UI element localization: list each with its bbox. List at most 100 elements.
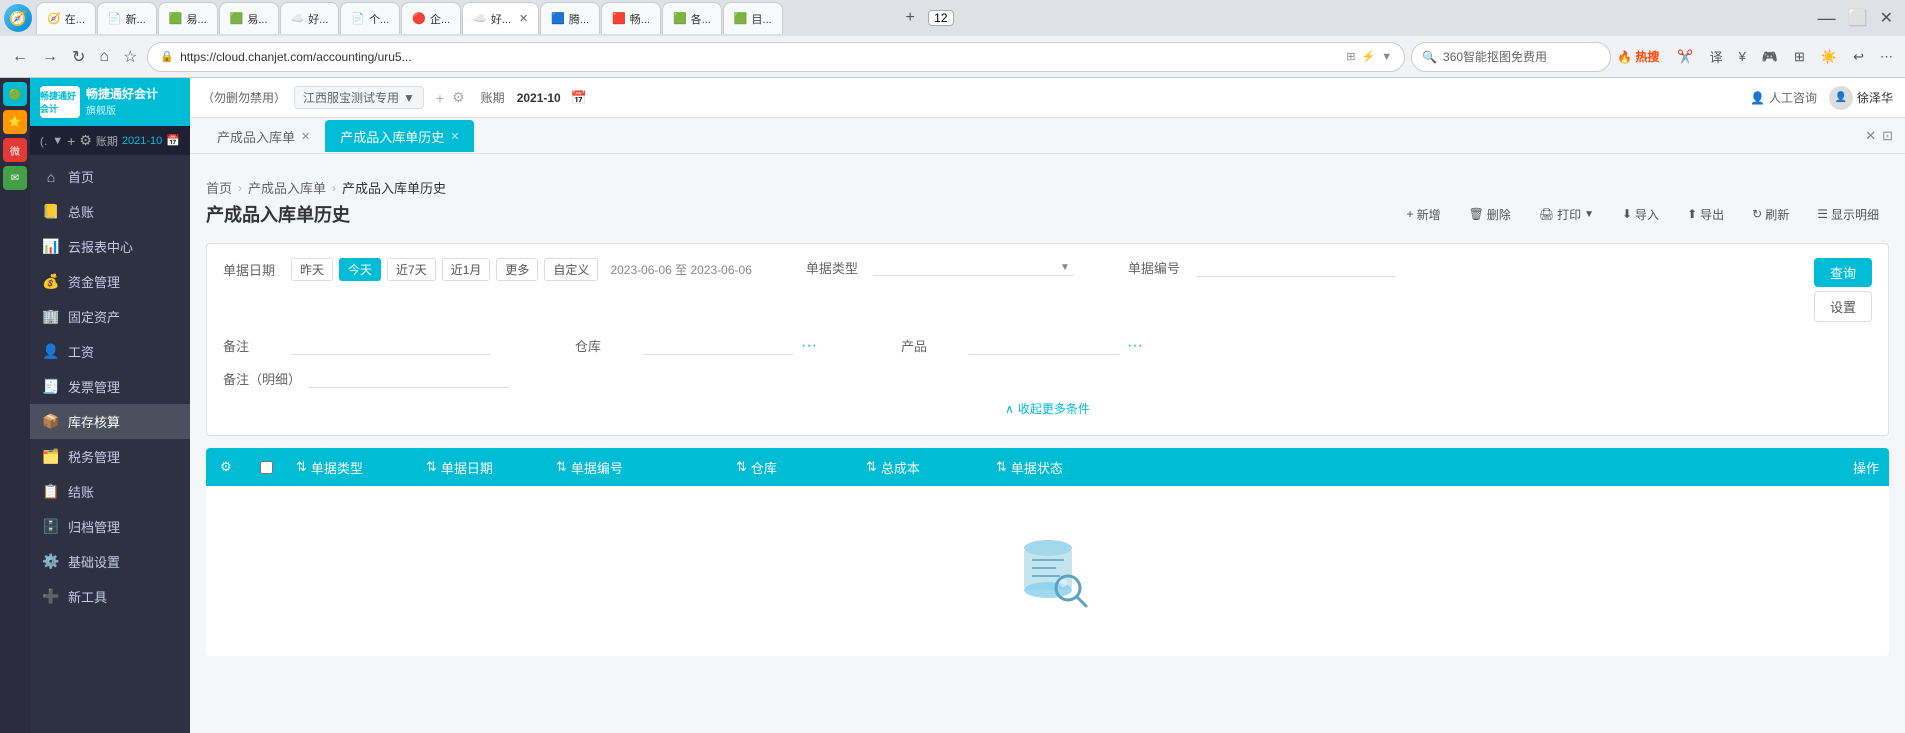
tab-mu[interactable]: 🟩 目... [723, 2, 783, 34]
type-select[interactable]: ▼ [874, 260, 1074, 276]
sidebar-item-more[interactable]: ➕ 新工具 [30, 579, 190, 614]
export-btn[interactable]: ⬆ 导出 [1677, 202, 1734, 227]
product-dots-icon[interactable]: ··· [1127, 337, 1143, 355]
chevron-addr-icon[interactable]: ▼ [1381, 51, 1392, 63]
tab-xin[interactable]: 📄 新... [97, 2, 157, 34]
note-filter-input[interactable] [291, 336, 491, 355]
sidebar-item-inventory[interactable]: 📦 库存核算 [30, 404, 190, 439]
panel-close-icon[interactable]: ✕ [1865, 128, 1876, 144]
undo-btn[interactable]: ↩ [1849, 47, 1868, 67]
calendar-icon[interactable]: 📅 [166, 134, 180, 147]
tab-list-close-icon[interactable]: ✕ [301, 130, 310, 143]
grid-icon[interactable]: ⊞ [1346, 50, 1355, 63]
calendar-top-icon[interactable]: 📅 [571, 90, 587, 106]
cut-icon-btn[interactable]: ✂️ [1673, 47, 1697, 67]
tab-yi2[interactable]: 🟩 易... [219, 2, 279, 34]
date-btn-more[interactable]: 更多 [496, 258, 538, 281]
th-type[interactable]: ⇅ 单据类型 [286, 458, 416, 477]
tab-qi[interactable]: 🔴 企... [401, 2, 461, 34]
date-btn-yesterday[interactable]: 昨天 [291, 258, 333, 281]
date-btn-today[interactable]: 今天 [339, 258, 381, 281]
warehouse-dots-icon[interactable]: ··· [801, 337, 817, 355]
th-checkbox[interactable] [246, 461, 286, 474]
query-btn[interactable]: 查询 [1814, 258, 1872, 287]
tab-close-icon[interactable]: ✕ [519, 12, 528, 25]
panel-expand-icon[interactable]: ⊡ [1882, 128, 1893, 144]
import-btn[interactable]: ⬇ 导入 [1612, 202, 1669, 227]
add-btn[interactable]: + 新增 [1397, 202, 1451, 227]
home-btn[interactable]: ⌂ [95, 44, 113, 70]
close-window-btn[interactable]: ✕ [1876, 8, 1897, 29]
settings-account-btn[interactable]: ⚙ [452, 89, 465, 106]
sidebar-item-funds[interactable]: 💰 资金管理 [30, 264, 190, 299]
print-btn[interactable]: 🖨 打印 ▼ [1529, 202, 1604, 227]
app-icon-chanjet[interactable]: 🟢 [3, 82, 27, 106]
date-btn-custom[interactable]: 自定义 [544, 258, 598, 281]
sidebar-item-invoice[interactable]: 🧾 发票管理 [30, 369, 190, 404]
tab-hao1[interactable]: ☁️ 好... [280, 2, 340, 34]
settings-icon-btn[interactable]: ⋯ [1876, 47, 1897, 67]
breadcrumb-list[interactable]: 产成品入库单 [248, 178, 326, 197]
theme-btn[interactable]: ☀️ [1817, 47, 1841, 67]
th-settings[interactable]: ⚙ [206, 459, 246, 475]
date-btn-7days[interactable]: 近7天 [387, 258, 436, 281]
delete-btn[interactable]: 🗑 删除 [1459, 202, 1521, 227]
back-btn[interactable]: ← [8, 44, 32, 70]
th-status[interactable]: ⇅ 单据状态 [986, 458, 1116, 477]
app-icon-mail[interactable]: ✉ [3, 166, 27, 190]
sidebar-item-archive[interactable]: 🗄️ 归档管理 [30, 509, 190, 544]
add-account-btn[interactable]: + [436, 90, 444, 106]
tab-history[interactable]: 产成品入库单历史 ✕ [325, 120, 474, 152]
new-tab-button[interactable]: + [896, 4, 924, 32]
product-filter-input[interactable] [969, 336, 1119, 355]
date-btn-1month[interactable]: 近1月 [442, 258, 491, 281]
tab-list[interactable]: 产成品入库单 ✕ [202, 120, 325, 152]
note-detail-input[interactable] [309, 369, 509, 388]
app-icon-star[interactable]: ⭐ [3, 110, 27, 134]
sidebar-item-payroll[interactable]: 👤 工资 [30, 334, 190, 369]
select-all-checkbox[interactable] [260, 461, 273, 474]
tab-ge[interactable]: 📄 个... [340, 2, 400, 34]
breadcrumb-home[interactable]: 首页 [206, 178, 232, 197]
address-bar[interactable]: 🔒 https://cloud.chanjet.com/accounting/u… [147, 42, 1405, 72]
add-company-btn[interactable]: + [67, 133, 75, 149]
collapse-btn[interactable]: ∧ 收起更多条件 [1005, 400, 1090, 417]
columns-btn[interactable]: ☰ 显示明细 [1807, 202, 1889, 227]
bookmark-btn[interactable]: ☆ [119, 43, 141, 71]
num-filter-input[interactable] [1196, 258, 1396, 277]
sidebar-item-ledger[interactable]: 📒 总账 [30, 194, 190, 229]
tab-zai[interactable]: 🧭 在... [36, 2, 96, 34]
th-num[interactable]: ⇅ 单据编号 [546, 458, 726, 477]
sidebar-item-tax[interactable]: 🗂️ 税务管理 [30, 439, 190, 474]
refresh-btn[interactable]: ↻ [68, 43, 89, 71]
tab-yi1[interactable]: 🟩 易... [158, 2, 218, 34]
minimize-btn[interactable]: — [1814, 8, 1840, 29]
refresh-action-btn[interactable]: ↻ 刷新 [1742, 202, 1799, 227]
translate-btn[interactable]: 译 [1706, 45, 1727, 68]
sidebar-item-reports[interactable]: 📊 云报表中心 [30, 229, 190, 264]
sidebar-item-fixed[interactable]: 🏢 固定资产 [30, 299, 190, 334]
app-icon-weibo[interactable]: 微 [3, 138, 27, 162]
apps-btn[interactable]: ⊞ [1790, 47, 1809, 67]
tab-chang[interactable]: 🟥 畅... [601, 2, 661, 34]
maximize-btn[interactable]: ⬜ [1844, 8, 1872, 29]
account-selector[interactable]: 江西服宝测试专用 ▼ [294, 86, 424, 109]
search-bar[interactable]: 🔍 360智能抠图免费用 [1411, 42, 1611, 72]
service-btn[interactable]: 👤 人工咨询 [1750, 89, 1817, 106]
lightning-icon[interactable]: ⚡ [1361, 50, 1375, 63]
warehouse-filter-input[interactable] [643, 336, 793, 355]
tab-ge2[interactable]: 🟩 各... [662, 2, 722, 34]
tab-hao-active[interactable]: ☁️ 好... ✕ [462, 2, 539, 34]
th-warehouse[interactable]: ⇅ 仓库 [726, 458, 856, 477]
settings-company-btn[interactable]: ⚙ [79, 132, 92, 149]
sidebar-item-settings[interactable]: ⚙️ 基础设置 [30, 544, 190, 579]
tab-teng[interactable]: 🟦 腾... [540, 2, 600, 34]
set-btn[interactable]: 设置 [1814, 291, 1872, 322]
th-cost[interactable]: ⇅ 总成本 [856, 458, 986, 477]
yuan-btn[interactable]: ¥ [1735, 47, 1750, 66]
tab-history-close-icon[interactable]: ✕ [450, 130, 459, 143]
th-date[interactable]: ⇅ 单据日期 [416, 458, 546, 477]
sidebar-item-home[interactable]: ⌂ 首页 [30, 159, 190, 194]
dropdown-icon[interactable]: ▼ [52, 135, 63, 147]
sidebar-item-closing[interactable]: 📋 结账 [30, 474, 190, 509]
